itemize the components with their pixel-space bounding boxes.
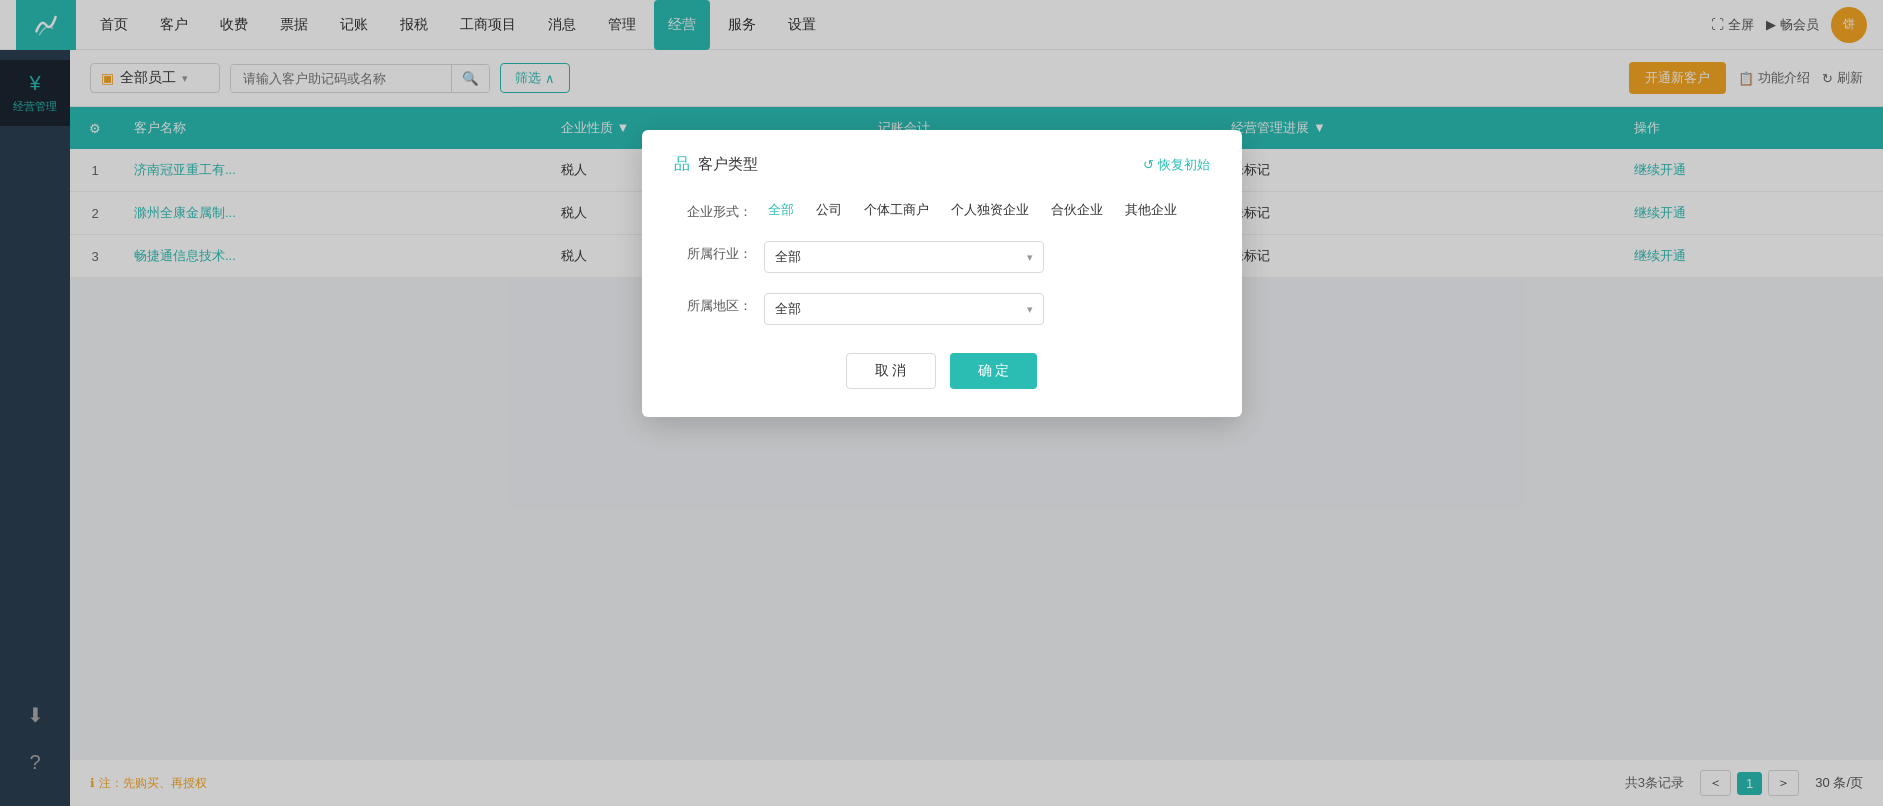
industry-value: 全部 [775,248,801,266]
region-select[interactable]: 全部 ▾ [764,293,1044,325]
modal-title-text: 客户类型 [698,155,758,174]
enterprise-option-1[interactable]: 公司 [812,199,846,221]
enterprise-option-0[interactable]: 全部 [764,199,798,221]
enterprise-option-3[interactable]: 个人独资企业 [947,199,1033,221]
customer-type-modal: 品 客户类型 ↺ 恢复初始 企业形式： 全部公司个体工商户个人独资企业合伙企业其… [642,130,1242,417]
industry-label: 所属行业： [674,241,764,263]
modal-title-icon: 品 [674,154,690,175]
region-chevron: ▾ [1027,303,1033,316]
industry-row: 所属行业： 全部 ▾ [674,241,1210,273]
modal-footer: 取 消 确 定 [674,353,1210,389]
enterprise-options: 全部公司个体工商户个人独资企业合伙企业其他企业 [764,199,1210,221]
enterprise-option-2[interactable]: 个体工商户 [860,199,933,221]
confirm-button[interactable]: 确 定 [950,353,1038,389]
modal-title: 品 客户类型 [674,154,758,175]
enterprise-option-4[interactable]: 合伙企业 [1047,199,1107,221]
reset-button[interactable]: ↺ 恢复初始 [1143,156,1210,174]
cancel-button[interactable]: 取 消 [846,353,936,389]
enterprise-form-label: 企业形式： [674,199,764,221]
industry-chevron: ▾ [1027,251,1033,264]
region-label: 所属地区： [674,293,764,315]
enterprise-form-row: 企业形式： 全部公司个体工商户个人独资企业合伙企业其他企业 [674,199,1210,221]
reset-icon: ↺ [1143,157,1154,172]
modal-header: 品 客户类型 ↺ 恢复初始 [674,154,1210,175]
enterprise-option-5[interactable]: 其他企业 [1121,199,1181,221]
modal-overlay[interactable]: 品 客户类型 ↺ 恢复初始 企业形式： 全部公司个体工商户个人独资企业合伙企业其… [0,0,1883,806]
industry-select[interactable]: 全部 ▾ [764,241,1044,273]
region-row: 所属地区： 全部 ▾ [674,293,1210,325]
region-value: 全部 [775,300,801,318]
reset-label: 恢复初始 [1158,156,1210,174]
